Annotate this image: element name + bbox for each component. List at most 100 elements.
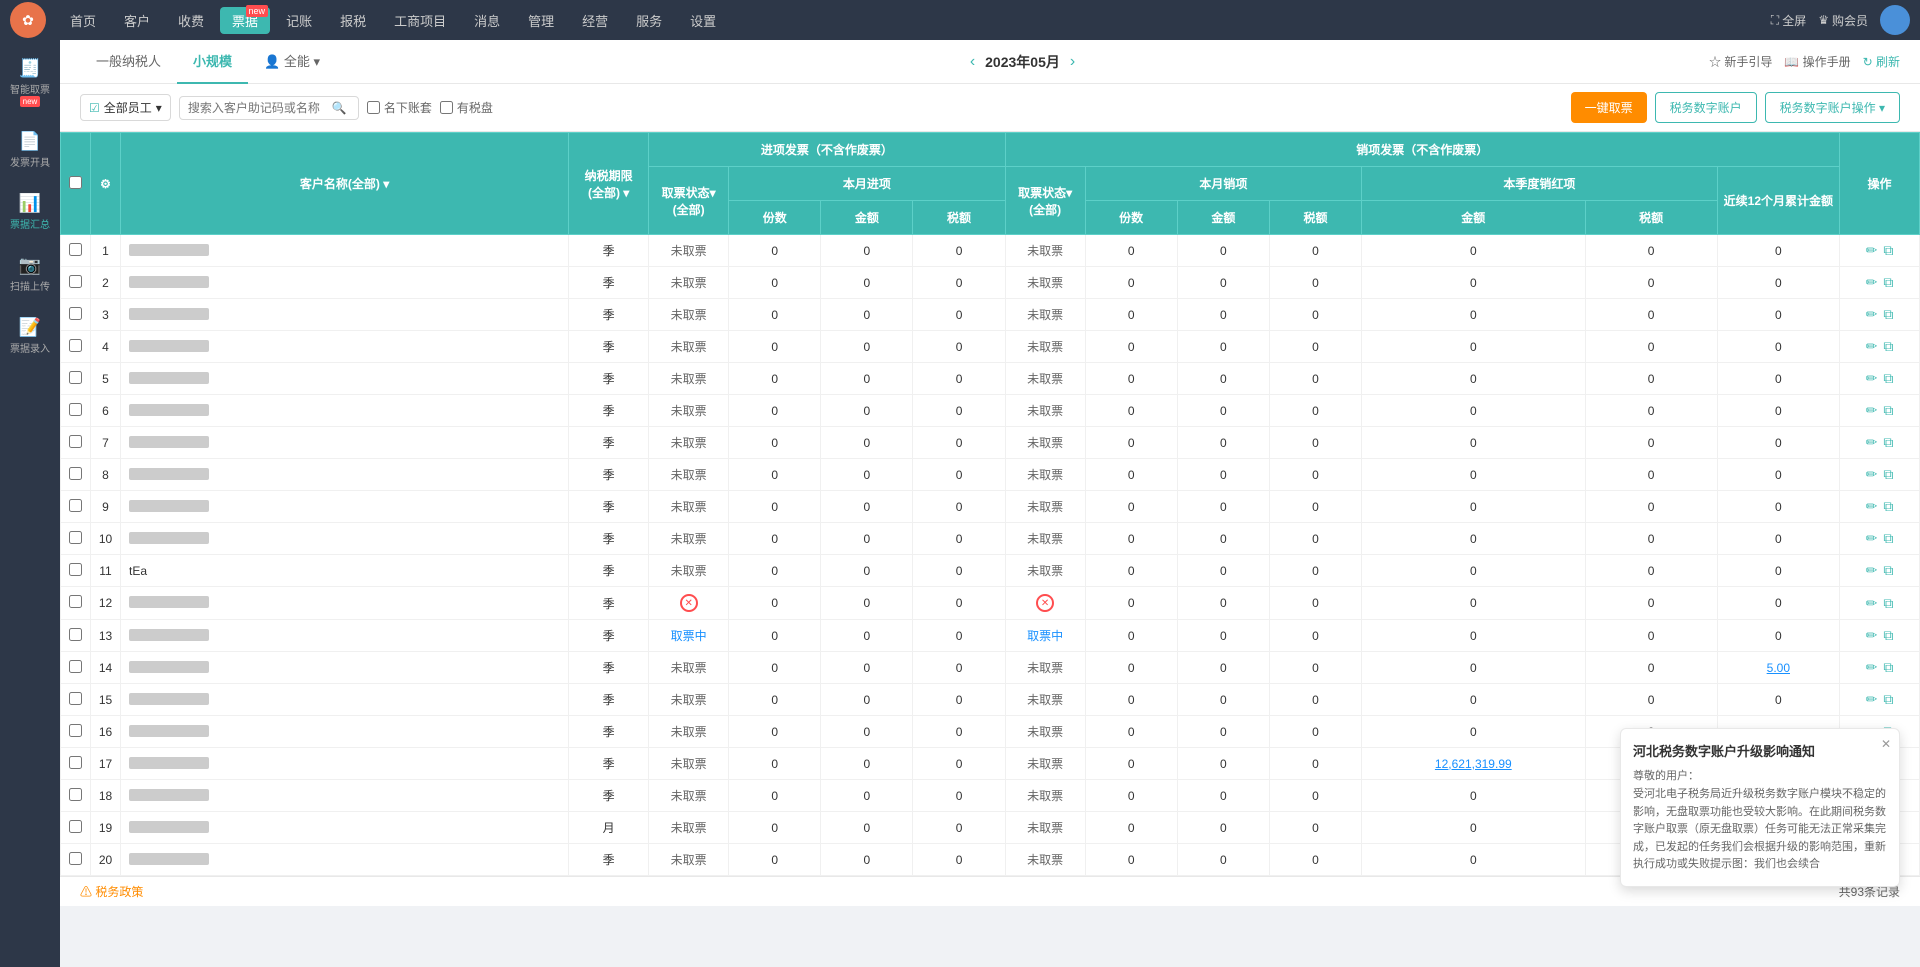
row-checkbox[interactable]	[69, 724, 82, 737]
prev-month-button[interactable]: ‹	[970, 53, 975, 71]
sidebar-item-invoice-summary[interactable]: 📊 票据汇总	[3, 185, 57, 239]
row-checkbox[interactable]	[69, 820, 82, 833]
edit-icon[interactable]: ✏	[1866, 530, 1878, 547]
edit-icon[interactable]: ✏	[1866, 691, 1878, 708]
row-checkbox[interactable]	[69, 339, 82, 352]
nav-message[interactable]: 消息	[462, 7, 512, 34]
nav-billing[interactable]: 收费	[166, 7, 216, 34]
row-checkbox[interactable]	[69, 307, 82, 320]
sidebar-item-smart-ticket[interactable]: 🧾 智能取票 new	[3, 50, 57, 115]
red-amount-value[interactable]: 12,621,319.99	[1435, 757, 1512, 771]
edit-icon[interactable]: ✏	[1866, 274, 1878, 291]
new-guide-button[interactable]: ☆ 新手引导	[1709, 53, 1772, 70]
sidebar-item-invoice-entry[interactable]: 📝 票据录入	[3, 309, 57, 363]
row-checkbox[interactable]	[69, 531, 82, 544]
search-client-input[interactable]	[188, 101, 328, 115]
rolling-value[interactable]: 5.00	[1767, 661, 1790, 675]
copy-icon[interactable]: ⧉	[1883, 530, 1893, 547]
notification-close-button[interactable]: ✕	[1881, 737, 1891, 751]
tab-all[interactable]: 👤 全能 ▾	[248, 40, 336, 84]
refresh-button[interactable]: ↻ 刷新	[1863, 53, 1900, 70]
tab-general-taxpayer[interactable]: 一般纳税人	[80, 40, 177, 84]
row-checkbox[interactable]	[69, 243, 82, 256]
copy-icon[interactable]: ⧉	[1883, 242, 1893, 259]
red-tax-cell: 0	[1585, 459, 1717, 491]
manual-button[interactable]: 📖 操作手册	[1784, 53, 1850, 70]
copy-icon[interactable]: ⧉	[1883, 274, 1893, 291]
digital-account-action-button[interactable]: 税务数字账户操作 ▾	[1765, 92, 1900, 123]
copy-icon[interactable]: ⧉	[1883, 402, 1893, 419]
row-checkbox[interactable]	[69, 628, 82, 641]
sidebar-item-open-invoice[interactable]: 📄 发票开具	[3, 123, 57, 177]
edit-icon[interactable]: ✏	[1866, 402, 1878, 419]
one-click-ticket-button[interactable]: 一键取票	[1571, 92, 1647, 123]
nav-tax[interactable]: 报税	[328, 7, 378, 34]
nav-settings[interactable]: 设置	[678, 7, 728, 34]
nav-client[interactable]: 客户	[112, 7, 162, 34]
rolling-cell: 0	[1717, 267, 1839, 299]
next-month-button[interactable]: ›	[1070, 53, 1075, 71]
nav-service[interactable]: 服务	[624, 7, 674, 34]
in-count-cell: 0	[729, 267, 821, 299]
row-checkbox[interactable]	[69, 788, 82, 801]
sidebar-item-scan-upload[interactable]: 📷 扫描上传	[3, 247, 57, 301]
nav-business[interactable]: 工商项目	[382, 7, 458, 34]
row-checkbox[interactable]	[69, 595, 82, 608]
copy-icon[interactable]: ⧉	[1883, 627, 1893, 644]
edit-icon[interactable]: ✏	[1866, 434, 1878, 451]
copy-icon[interactable]: ⧉	[1883, 434, 1893, 451]
edit-icon[interactable]: ✏	[1866, 595, 1878, 612]
edit-icon[interactable]: ✏	[1866, 562, 1878, 579]
copy-icon[interactable]: ⧉	[1883, 691, 1893, 708]
edit-icon[interactable]: ✏	[1866, 306, 1878, 323]
row-checkbox[interactable]	[69, 467, 82, 480]
copy-icon[interactable]: ⧉	[1883, 466, 1893, 483]
nav-manage[interactable]: 管理	[516, 7, 566, 34]
row-checkbox[interactable]	[69, 852, 82, 865]
nav-operate[interactable]: 经营	[570, 7, 620, 34]
row-checkbox[interactable]	[69, 435, 82, 448]
subledger-checkbox[interactable]	[367, 101, 380, 114]
fullscreen-button[interactable]: ⛶ 全屏	[1771, 12, 1806, 29]
nav-accounting[interactable]: 记账	[274, 7, 324, 34]
subledger-checkbox-label[interactable]: 名下账套	[367, 99, 432, 116]
select-all-checkbox[interactable]	[69, 176, 82, 189]
actions-cell: ✏ ⧉	[1840, 587, 1920, 620]
row-checkbox[interactable]	[69, 563, 82, 576]
nav-home[interactable]: 首页	[58, 7, 108, 34]
copy-icon[interactable]: ⧉	[1883, 595, 1893, 612]
row-checkbox[interactable]	[69, 756, 82, 769]
copy-icon[interactable]: ⧉	[1883, 338, 1893, 355]
no-ticket-status: 未取票	[1027, 436, 1063, 450]
row-checkbox[interactable]	[69, 660, 82, 673]
copy-icon[interactable]: ⧉	[1883, 562, 1893, 579]
tax-policy-link[interactable]: ⚠ 税务政策	[80, 883, 143, 900]
copy-icon[interactable]: ⧉	[1883, 306, 1893, 323]
copy-icon[interactable]: ⧉	[1883, 498, 1893, 515]
edit-icon[interactable]: ✏	[1866, 659, 1878, 676]
tax-disk-checkbox[interactable]	[440, 101, 453, 114]
row-checkbox[interactable]	[69, 275, 82, 288]
user-avatar[interactable]	[1880, 5, 1910, 35]
row-checkbox[interactable]	[69, 692, 82, 705]
edit-icon[interactable]: ✏	[1866, 242, 1878, 259]
tax-disk-checkbox-label[interactable]: 有税盘	[440, 99, 493, 116]
copy-icon[interactable]: ⧉	[1883, 370, 1893, 387]
edit-icon[interactable]: ✏	[1866, 466, 1878, 483]
edit-icon[interactable]: ✏	[1866, 370, 1878, 387]
edit-icon[interactable]: ✏	[1866, 498, 1878, 515]
employee-select[interactable]: ☑ 全部员工 ▾	[80, 94, 171, 121]
scan-upload-icon: 📷	[19, 255, 41, 276]
row-checkbox[interactable]	[69, 499, 82, 512]
row-checkbox[interactable]	[69, 403, 82, 416]
copy-icon[interactable]: ⧉	[1883, 659, 1893, 676]
member-button[interactable]: ♛ 购会员	[1818, 12, 1868, 29]
nav-invoice[interactable]: 票据 new	[220, 7, 270, 34]
edit-icon[interactable]: ✏	[1866, 338, 1878, 355]
search-client-box[interactable]: 🔍	[179, 96, 359, 120]
row-checkbox[interactable]	[69, 371, 82, 384]
tab-small-scale[interactable]: 小规模	[177, 40, 248, 84]
edit-icon[interactable]: ✏	[1866, 627, 1878, 644]
red-amount-value: 0	[1470, 789, 1477, 803]
digital-account-button[interactable]: 税务数字账户	[1655, 92, 1757, 123]
